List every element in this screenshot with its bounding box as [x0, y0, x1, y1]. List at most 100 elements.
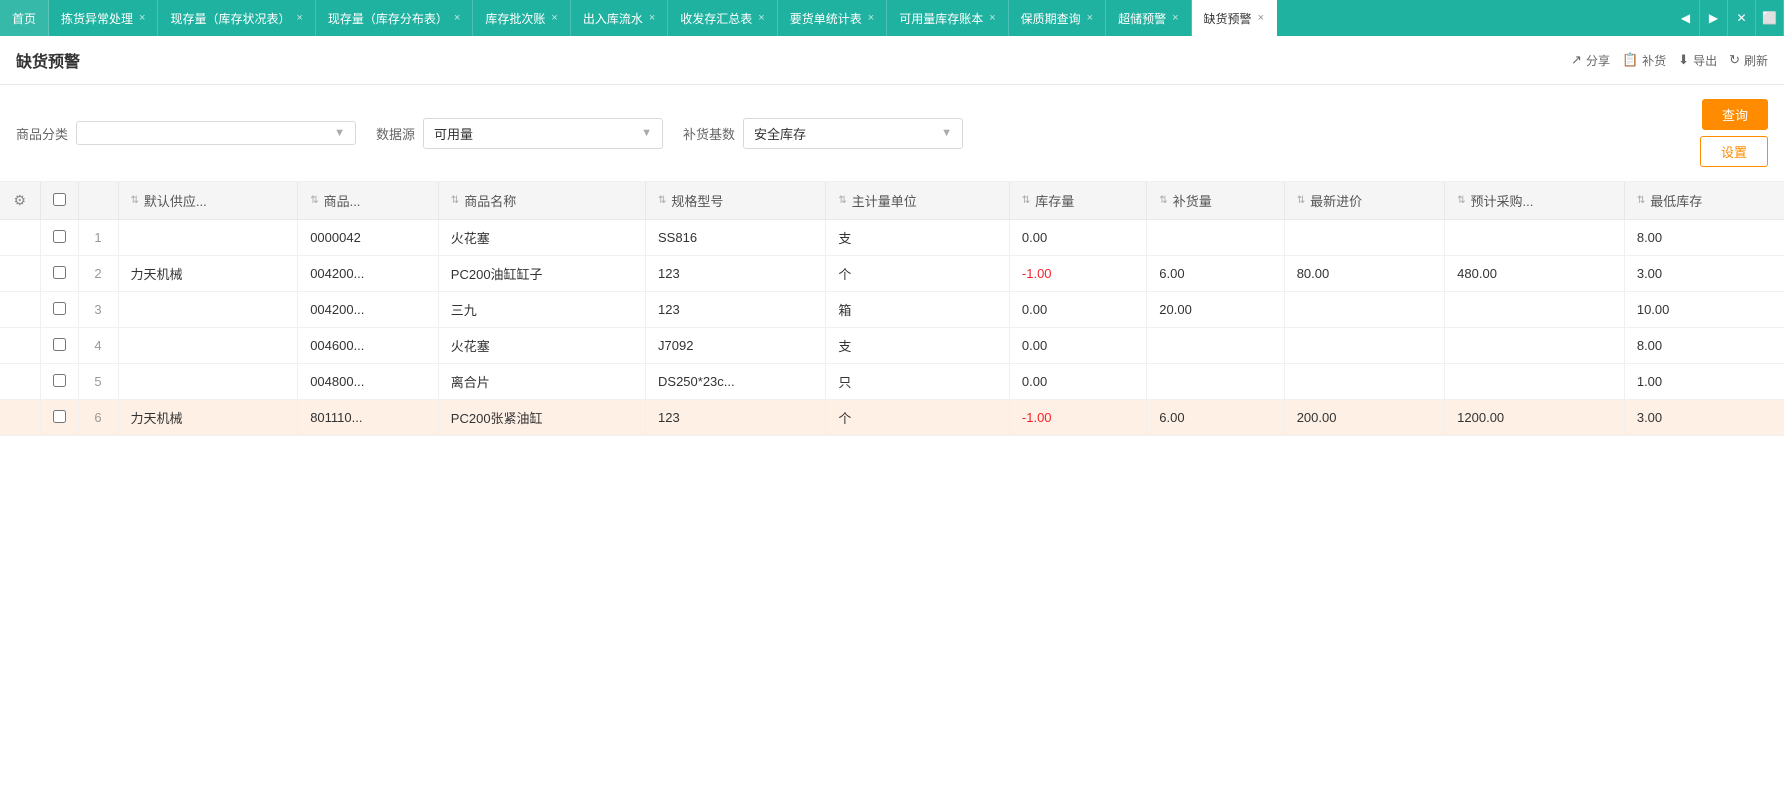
sort-spec[interactable]: ⇅ 规格型号 [658, 191, 813, 210]
tab-overstock[interactable]: 超储预警× [1106, 0, 1191, 36]
tab-next-button[interactable]: ▶ [1700, 0, 1728, 36]
tab-inventory-dist[interactable]: 现存量（库存分布表）× [316, 0, 473, 36]
tab-close-abnormal[interactable]: × [139, 12, 145, 24]
tab-close-overstock[interactable]: × [1172, 12, 1178, 24]
sort-goods-name[interactable]: ⇅ 商品名称 [451, 191, 633, 210]
replenish-qty-cell [1147, 328, 1284, 364]
sort-unit[interactable]: ⇅ 主计量单位 [838, 191, 997, 210]
sort-goods-code[interactable]: ⇅ 商品... [310, 191, 426, 210]
select-all-checkbox[interactable] [53, 193, 66, 206]
tab-bar: 首页拣货异常处理×现存量（库存状况表）×现存量（库存分布表）×库存批次账×出入库… [0, 0, 1784, 36]
row-settings-cell [0, 400, 40, 436]
tab-inout-flow[interactable]: 出入库流水× [571, 0, 668, 36]
th-spec: ⇅ 规格型号 [646, 182, 826, 220]
unit-cell: 个 [826, 400, 1010, 436]
tab-label-home: 首页 [12, 10, 36, 27]
est-purchase-cell: 480.00 [1445, 256, 1625, 292]
tab-close-batch-account[interactable]: × [551, 12, 557, 24]
sort-unit-icon: ⇅ [838, 195, 846, 206]
tab-home[interactable]: 首页 [0, 0, 49, 36]
row-checkbox-4[interactable] [53, 374, 66, 387]
tab-close-all-button[interactable]: ✕ [1728, 0, 1756, 36]
th-est-purchase: ⇅ 预计采购... [1445, 182, 1625, 220]
sort-latest-price[interactable]: ⇅ 最新进价 [1297, 191, 1432, 210]
row-checkbox-2[interactable] [53, 302, 66, 315]
tab-close-requisition-stat[interactable]: × [868, 12, 874, 24]
tab-close-inventory-status[interactable]: × [296, 12, 302, 24]
tab-label-shortage: 缺货预警 [1204, 10, 1252, 27]
spec-cell: SS816 [646, 220, 826, 256]
page-header: 缺货预警 ↗ 分享 📋 补货 ⬇ 导出 ↻ 刷新 [0, 36, 1784, 85]
sort-inventory[interactable]: ⇅ 库存量 [1022, 191, 1134, 210]
latest-price-cell: 80.00 [1284, 256, 1444, 292]
default-supplier-cell [118, 328, 298, 364]
replenish-basis-select[interactable]: 安全库存 ▼ [743, 118, 963, 149]
tab-close-expiry-query[interactable]: × [1087, 12, 1093, 24]
replenish-basis-filter-group: 补货基数 安全库存 ▼ [683, 118, 963, 149]
row-checkbox-3[interactable] [53, 338, 66, 351]
latest-price-cell [1284, 328, 1444, 364]
query-button[interactable]: 查询 [1702, 99, 1768, 130]
row-settings-cell [0, 364, 40, 400]
tab-available-ledger[interactable]: 可用量库存账本 × [887, 0, 1008, 36]
tab-close-available-ledger[interactable]: × [989, 12, 995, 24]
row-settings-cell [0, 292, 40, 328]
table-body: 10000042火花塞SS816支0.008.002力天机械004200...P… [0, 220, 1784, 436]
table-row: 4004600...火花塞J7092支0.008.00 [0, 328, 1784, 364]
tab-inventory-status[interactable]: 现存量（库存状况表）× [158, 0, 315, 36]
row-num: 4 [78, 328, 118, 364]
tab-prev-button[interactable]: ◀ [1672, 0, 1700, 36]
tab-close-receipt-summary[interactable]: × [758, 12, 764, 24]
category-select[interactable]: ▼ [76, 121, 356, 145]
default-supplier-cell: 力天机械 [118, 400, 298, 436]
replenish-button[interactable]: 📋 补货 [1622, 52, 1666, 69]
th-unit: ⇅ 主计量单位 [826, 182, 1010, 220]
share-button[interactable]: ↗ 分享 [1571, 52, 1610, 69]
tab-abnormal[interactable]: 拣货异常处理× [49, 0, 158, 36]
replenish-qty-cell [1147, 364, 1284, 400]
row-checkbox-5[interactable] [53, 410, 66, 423]
refresh-icon: ↻ [1729, 52, 1740, 68]
min-inventory-cell: 3.00 [1624, 256, 1784, 292]
tab-shortage[interactable]: 缺货预警 × [1192, 0, 1277, 36]
th-inventory: ⇅ 库存量 [1009, 182, 1146, 220]
table-row: 10000042火花塞SS816支0.008.00 [0, 220, 1784, 256]
tab-receipt-summary[interactable]: 收发存汇总表× [668, 0, 777, 36]
sort-min-inventory[interactable]: ⇅ 最低库存 [1637, 191, 1772, 210]
tab-batch-account[interactable]: 库存批次账× [473, 0, 570, 36]
export-button[interactable]: ⬇ 导出 [1678, 52, 1717, 69]
category-label: 商品分类 [16, 124, 68, 143]
refresh-button[interactable]: ↻ 刷新 [1729, 52, 1768, 69]
inventory-cell: 0.00 [1009, 364, 1146, 400]
tab-close-shortage[interactable]: × [1258, 12, 1264, 24]
tab-close-inventory-dist[interactable]: × [454, 12, 460, 24]
settings-button[interactable]: 设置 [1700, 136, 1768, 167]
est-purchase-cell [1445, 220, 1625, 256]
row-checkbox-cell [40, 400, 78, 436]
tab-requisition-stat[interactable]: 要货单统计表× [778, 0, 887, 36]
gear-icon[interactable]: ⚙ [13, 192, 26, 208]
tab-nav-buttons: ◀ ▶ ✕ ⬜ [1672, 0, 1784, 36]
unit-cell: 箱 [826, 292, 1010, 328]
tab-close-inout-flow[interactable]: × [649, 12, 655, 24]
row-checkbox-0[interactable] [53, 230, 66, 243]
row-checkbox-1[interactable] [53, 266, 66, 279]
row-checkbox-cell [40, 292, 78, 328]
default-supplier-cell [118, 364, 298, 400]
spec-cell: J7092 [646, 328, 826, 364]
row-checkbox-cell [40, 220, 78, 256]
export-label: 导出 [1693, 52, 1717, 69]
sort-replenish-qty[interactable]: ⇅ 补货量 [1159, 191, 1271, 210]
sort-est-purchase[interactable]: ⇅ 预计采购... [1457, 191, 1612, 210]
sort-goods-code-icon: ⇅ [310, 195, 318, 206]
tab-expiry-query[interactable]: 保质期查询× [1009, 0, 1106, 36]
tab-maximize-button[interactable]: ⬜ [1756, 0, 1784, 36]
datasource-select[interactable]: 可用量 ▼ [423, 118, 663, 149]
sort-supplier[interactable]: ⇅ 默认供应... [131, 191, 286, 210]
spec-cell: 123 [646, 292, 826, 328]
share-icon: ↗ [1571, 52, 1582, 68]
tab-label-available-ledger: 可用量库存账本 [899, 10, 983, 27]
datasource-value: 可用量 [434, 124, 633, 143]
replenish-basis-label: 补货基数 [683, 124, 735, 143]
sort-spec-icon: ⇅ [658, 195, 666, 206]
